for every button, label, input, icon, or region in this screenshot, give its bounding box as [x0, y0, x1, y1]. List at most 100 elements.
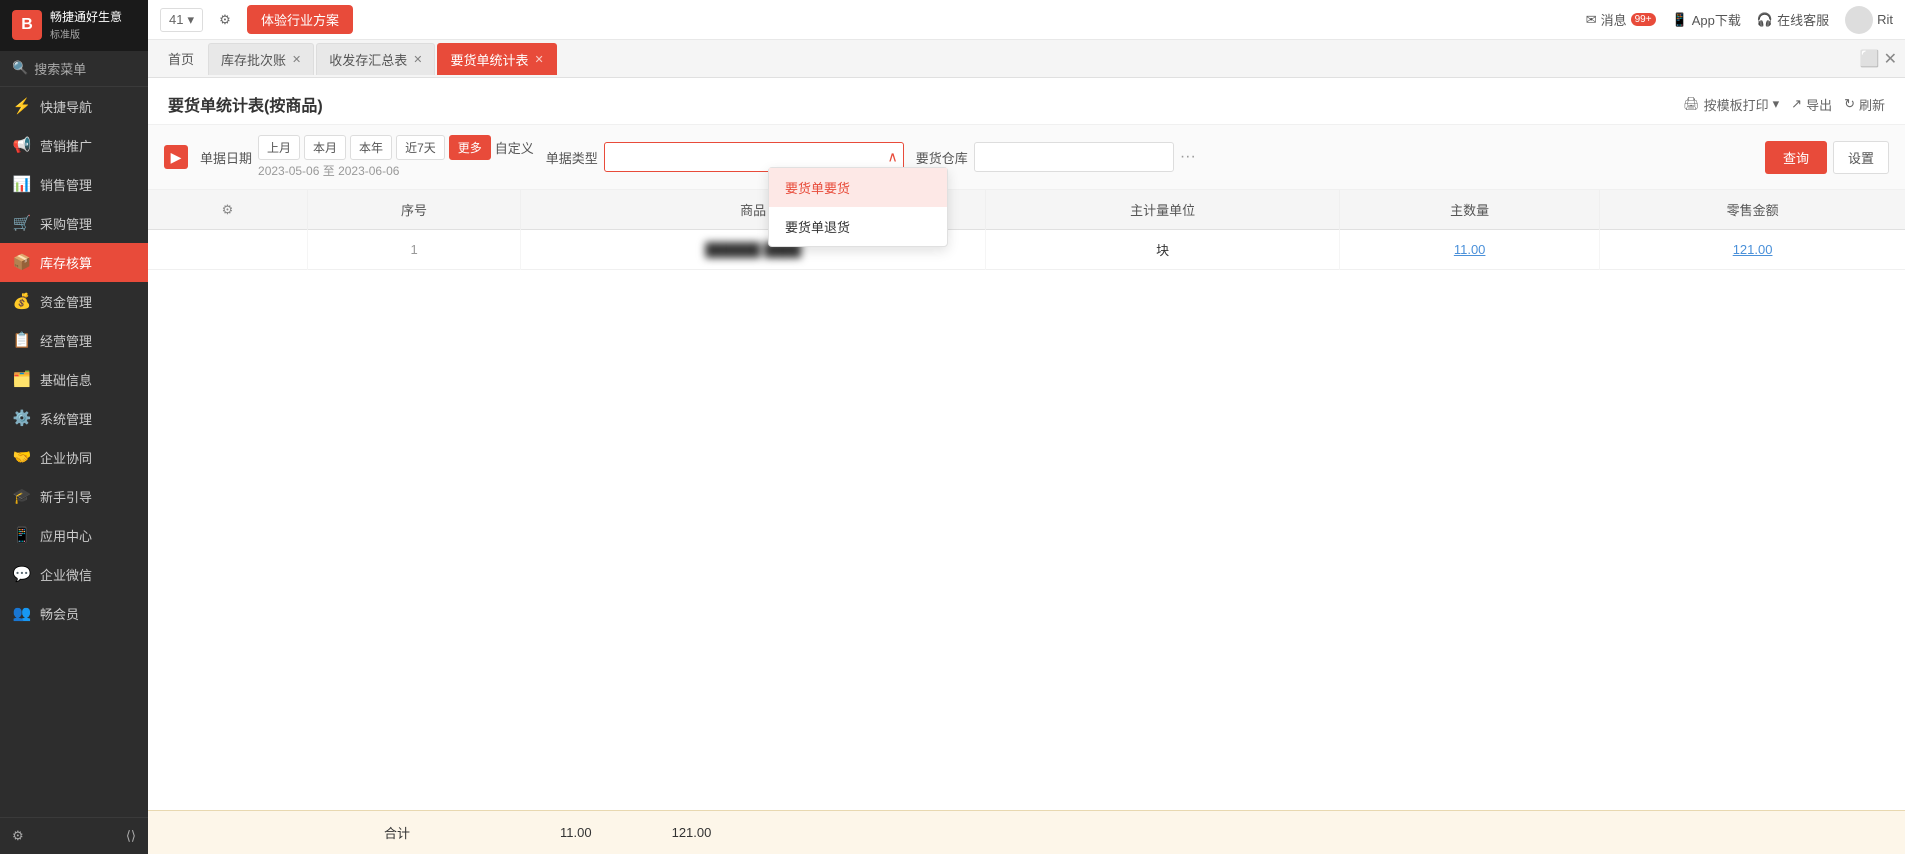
sales-icon: 📊: [12, 175, 32, 193]
top-header: 41 ▾ ⚙ 体验行业方案 ✉ 消息 99+ 📱 App下载 🎧 在线客服 R: [148, 0, 1905, 40]
refresh-label: 刷新: [1859, 95, 1885, 114]
page-header: 要货单统计表(按商品) 🖨 按模板打印 ▾ ↗ 导出 ↻ 刷新: [148, 78, 1905, 125]
sidebar-item-marketing[interactable]: 📢 营销推广: [0, 126, 148, 165]
sidebar-item-inventory[interactable]: 📦 库存核算: [0, 243, 148, 282]
page-title: 要货单统计表(按商品): [168, 92, 323, 116]
tab-receivable-summary-close[interactable]: ✕: [413, 53, 422, 66]
app-download-label: App下载: [1692, 10, 1741, 29]
tab-order-summary[interactable]: 要货单统计表 ✕: [437, 43, 556, 75]
app-icon: 📱: [1672, 12, 1688, 28]
date-this-year-btn[interactable]: 本年: [350, 135, 392, 160]
logo-icon: B: [12, 10, 42, 40]
sidebar-item-label: 基础信息: [40, 370, 92, 389]
sidebar-collapse-icon: ⟨⟩: [126, 828, 136, 844]
date-filter-group: 单据日期 上月 本月 本年 近7天 更多 自定义 2023-05-06 至 20…: [200, 135, 534, 179]
warehouse-filter-label: 要货仓库: [916, 148, 968, 167]
tab-home[interactable]: 首页: [156, 43, 206, 74]
filter-expand-button[interactable]: ▶: [164, 145, 188, 169]
query-button[interactable]: 查询: [1765, 141, 1827, 174]
date-last-7-days-btn[interactable]: 近7天: [396, 135, 445, 160]
sidebar-item-basic[interactable]: 🗂️ 基础信息: [0, 360, 148, 399]
chevron-down-icon: ▾: [187, 12, 194, 28]
print-action[interactable]: 🖨 按模板打印 ▾: [1683, 95, 1779, 114]
company-selector[interactable]: 41 ▾: [160, 8, 203, 32]
refresh-action[interactable]: ↻ 刷新: [1844, 95, 1885, 114]
row-no-cell: 1: [307, 230, 520, 270]
sidebar-item-operation[interactable]: 📋 经营管理: [0, 321, 148, 360]
row-quantity-cell[interactable]: 11.00: [1340, 230, 1600, 270]
sidebar-item-sales[interactable]: 📊 销售管理: [0, 165, 148, 204]
sidebar-item-label: 资金管理: [40, 292, 92, 311]
sidebar-item-apps[interactable]: 📱 应用中心: [0, 516, 148, 555]
warehouse-filter-input[interactable]: [974, 142, 1174, 172]
tab-bar: 首页 库存批次账 ✕ 收发存汇总表 ✕ 要货单统计表 ✕ ⬜ ✕: [148, 40, 1905, 78]
table-row: 1 ██████ ████ 块 11.00 121.00: [148, 230, 1905, 270]
finance-icon: 💰: [12, 292, 32, 310]
warehouse-more-icon[interactable]: ···: [1180, 148, 1196, 166]
tab-order-summary-label: 要货单统计表: [450, 50, 528, 69]
user-profile[interactable]: Rit: [1845, 6, 1893, 34]
sidebar-item-member[interactable]: 👥 畅会员: [0, 594, 148, 633]
sidebar-item-quick-nav[interactable]: ⚡ 快捷导航: [0, 87, 148, 126]
table-footer: 合计 11.00 121.00: [148, 810, 1905, 854]
filter-actions: 查询 设置: [1765, 141, 1889, 174]
tab-order-summary-close[interactable]: ✕: [535, 53, 544, 66]
print-chevron-icon: ▾: [1773, 96, 1780, 112]
date-more-btn[interactable]: 更多: [449, 135, 491, 160]
type-filter-clear-icon[interactable]: ∧: [888, 149, 898, 166]
sidebar-settings-icon: ⚙: [12, 828, 24, 844]
sidebar-item-label: 畅会员: [40, 604, 79, 623]
sidebar-search[interactable]: 🔍 搜索菜单: [0, 51, 148, 87]
quick-nav-icon: ⚡: [12, 97, 32, 115]
export-action[interactable]: ↗ 导出: [1791, 95, 1832, 114]
filter-bar: ▶ 单据日期 上月 本月 本年 近7天 更多 自定义 2023-05-06 至 …: [148, 125, 1905, 190]
table-col-quantity: 主数量: [1340, 190, 1600, 230]
top-header-right: ✉ 消息 99+ 📱 App下载 🎧 在线客服 Rit: [1586, 6, 1893, 34]
sidebar-item-system[interactable]: ⚙️ 系统管理: [0, 399, 148, 438]
user-name: Rit: [1877, 12, 1893, 27]
online-service-action[interactable]: 🎧 在线客服: [1757, 10, 1829, 29]
trial-button[interactable]: 体验行业方案: [247, 5, 353, 34]
tab-close-btn[interactable]: ✕: [1884, 49, 1897, 69]
dropdown-item-order-return[interactable]: 要货单退货: [769, 207, 947, 246]
page-actions: 🖨 按模板打印 ▾ ↗ 导出 ↻ 刷新: [1683, 95, 1885, 114]
footer-total-label: 合计: [384, 823, 410, 842]
messages-label: 消息: [1601, 10, 1627, 29]
sidebar-item-purchase[interactable]: 🛒 采购管理: [0, 204, 148, 243]
row-amount-cell[interactable]: 121.00: [1600, 230, 1905, 270]
tab-receivable-summary[interactable]: 收发存汇总表 ✕: [316, 43, 435, 75]
dropdown-item-order-goods[interactable]: 要货单要货: [769, 168, 947, 207]
sidebar-bottom[interactable]: ⚙ ⟨⟩: [0, 817, 148, 854]
table-col-amount: 零售金额: [1600, 190, 1905, 230]
export-icon: ↗: [1791, 96, 1802, 112]
print-icon: 🖨: [1683, 96, 1700, 112]
sidebar-item-wechat[interactable]: 💬 企业微信: [0, 555, 148, 594]
date-prev-month-btn[interactable]: 上月: [258, 135, 300, 160]
table-col-unit: 主计量单位: [986, 190, 1340, 230]
sidebar-logo: B 畅捷通好生意 标准版: [0, 0, 148, 51]
system-icon: ⚙️: [12, 409, 32, 427]
table-col-settings[interactable]: ⚙: [148, 190, 307, 230]
message-icon: ✉: [1586, 12, 1597, 28]
search-icon: 🔍: [12, 60, 28, 76]
date-filter-label: 单据日期: [200, 148, 252, 167]
user-avatar: [1845, 6, 1873, 34]
sidebar-item-guide[interactable]: 🎓 新手引导: [0, 477, 148, 516]
date-this-month-btn[interactable]: 本月: [304, 135, 346, 160]
online-service-label: 在线客服: [1777, 10, 1829, 29]
row-settings-cell: [148, 230, 307, 270]
export-label: 导出: [1806, 95, 1832, 114]
tab-minimize-btn[interactable]: ⬜: [1860, 49, 1880, 69]
tab-inventory-batch[interactable]: 库存批次账 ✕: [208, 43, 314, 75]
app-download-action[interactable]: 📱 App下载: [1672, 10, 1741, 29]
date-range-text: 2023-05-06 至 2023-06-06: [258, 162, 534, 179]
data-table: ⚙ 序号 商品 主计量单位 主数量 零售金额 1 ██████ ████: [148, 190, 1905, 270]
tab-inventory-batch-close[interactable]: ✕: [292, 53, 301, 66]
date-shortcuts: 上月 本月 本年 近7天 更多 自定义: [258, 135, 534, 160]
messages-action[interactable]: ✉ 消息 99+: [1586, 10, 1656, 29]
header-settings-btn[interactable]: ⚙: [211, 6, 239, 34]
settings-button[interactable]: 设置: [1833, 141, 1889, 174]
sidebar-item-enterprise[interactable]: 🤝 企业协同: [0, 438, 148, 477]
footer-amount-val: 121.00: [672, 825, 712, 840]
sidebar-item-finance[interactable]: 💰 资金管理: [0, 282, 148, 321]
